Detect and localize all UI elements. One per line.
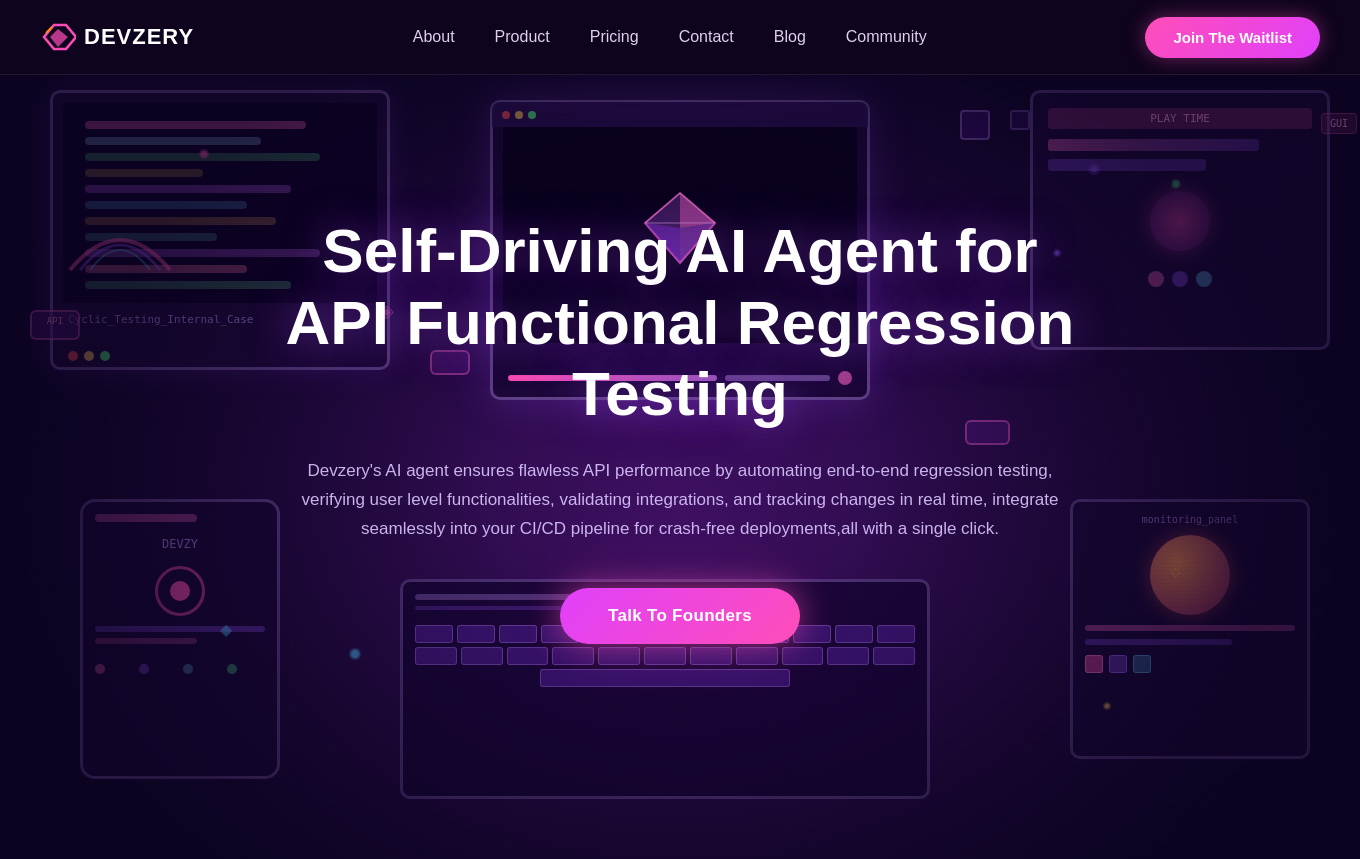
glow-dot-3 bbox=[350, 649, 360, 659]
decorative-box-1 bbox=[960, 110, 990, 140]
nav-links: About Product Pricing Contact Blog Commu… bbox=[413, 28, 927, 46]
hero-title: Self-Driving AI Agent for API Functional… bbox=[270, 215, 1090, 429]
glow-dot-5 bbox=[1172, 180, 1180, 188]
hero-section: Cyclic_Testing_Internal_Case bbox=[0, 0, 1360, 859]
hero-content: Self-Driving AI Agent for API Functional… bbox=[230, 215, 1130, 644]
nav-link-pricing[interactable]: Pricing bbox=[590, 28, 639, 45]
hero-subtitle: Devzery's AI agent ensures flawless API … bbox=[290, 457, 1070, 544]
decorative-arrow-4: ◇ bbox=[1171, 565, 1180, 579]
nav-link-product[interactable]: Product bbox=[495, 28, 550, 45]
logo-text: DEVZERY bbox=[84, 24, 194, 50]
nav-item-blog[interactable]: Blog bbox=[774, 28, 806, 46]
nav-link-about[interactable]: About bbox=[413, 28, 455, 45]
decorative-box-2 bbox=[1010, 110, 1030, 130]
glow-dot-1 bbox=[200, 150, 208, 158]
monitor-left-label: Cyclic_Testing_Internal_Case bbox=[68, 313, 253, 326]
devzery-logo-icon bbox=[40, 19, 76, 55]
logo[interactable]: DEVZERY bbox=[40, 19, 194, 55]
nav-item-pricing[interactable]: Pricing bbox=[590, 28, 639, 46]
join-waitlist-button[interactable]: Join The Waitlist bbox=[1145, 17, 1320, 58]
glow-dot-4 bbox=[1104, 703, 1110, 709]
navbar: DEVZERY About Product Pricing Contact Bl… bbox=[0, 0, 1360, 75]
decorative-rainbow-arc bbox=[60, 200, 180, 284]
nav-item-product[interactable]: Product bbox=[495, 28, 550, 46]
nav-link-community[interactable]: Community bbox=[846, 28, 927, 45]
nav-item-contact[interactable]: Contact bbox=[679, 28, 734, 46]
nav-item-community[interactable]: Community bbox=[846, 28, 927, 46]
decorative-arrow-2: ◉ bbox=[1088, 160, 1100, 176]
float-el-1: API bbox=[30, 310, 80, 340]
talk-to-founders-button[interactable]: Talk To Founders bbox=[560, 588, 800, 644]
nav-item-about[interactable]: About bbox=[413, 28, 455, 46]
nav-link-blog[interactable]: Blog bbox=[774, 28, 806, 45]
nav-link-contact[interactable]: Contact bbox=[679, 28, 734, 45]
